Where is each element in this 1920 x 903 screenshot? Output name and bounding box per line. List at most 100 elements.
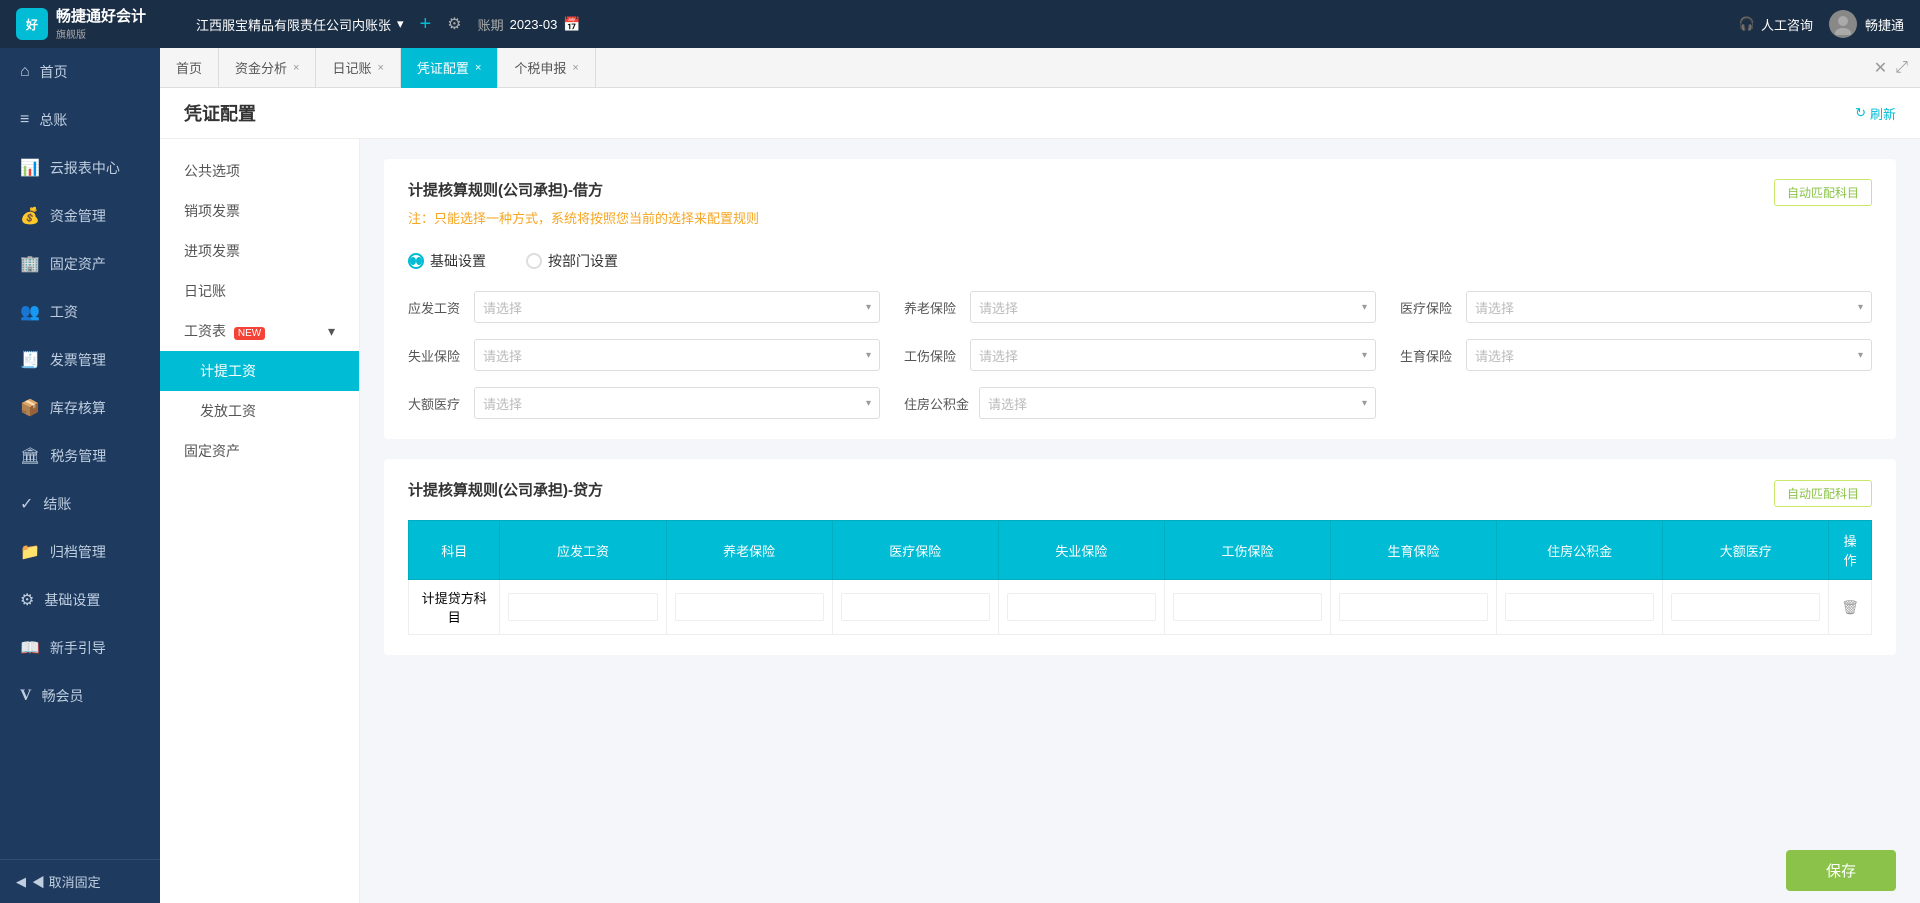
close-window-btn[interactable]: ✕ <box>1874 58 1887 78</box>
select-maternity[interactable]: 请选择 ▾ <box>1466 339 1872 371</box>
radio-basic-circle <box>408 253 424 269</box>
app-sub: 旗舰版 <box>56 26 146 41</box>
sidebar-item-tax[interactable]: 🏛 税务管理 <box>0 432 160 480</box>
tab-journal-close[interactable]: × <box>377 62 383 74</box>
tab-funds-close[interactable]: × <box>293 62 299 74</box>
ledger-icon: ≡ <box>20 111 29 129</box>
chevron-maternity: ▾ <box>1858 350 1863 361</box>
tab-home[interactable]: 首页 <box>160 48 219 88</box>
ai-consult-label: 人工咨询 <box>1761 15 1813 34</box>
col-medical: 医疗保险 <box>832 521 998 580</box>
nav-public[interactable]: 公共选项 <box>160 151 359 191</box>
add-button[interactable]: + <box>420 13 432 36</box>
sidebar-label-archive: 归档管理 <box>50 542 106 562</box>
period-label: 账期 <box>478 15 504 34</box>
field-pension: 养老保险 请选择 ▾ <box>904 291 1376 323</box>
col-action: 操作 <box>1829 521 1872 580</box>
sidebar-item-archive[interactable]: 📁 归档管理 <box>0 528 160 576</box>
radio-basic[interactable]: 基础设置 <box>408 251 486 271</box>
tab-tax-close[interactable]: × <box>572 62 578 74</box>
sidebar-item-home[interactable]: ⌂ 首页 <box>0 48 160 96</box>
select-medical[interactable]: 请选择 ▾ <box>1466 291 1872 323</box>
left-arrow-icon: ◀ <box>16 874 26 890</box>
sidebar-item-reports[interactable]: 📊 云报表中心 <box>0 144 160 192</box>
tab-funds[interactable]: 资金分析 × <box>219 48 316 88</box>
nav-sales-invoice[interactable]: 销项发票 <box>160 191 359 231</box>
field-housing-fund: 住房公积金 请选择 ▾ <box>904 387 1376 419</box>
calendar-icon[interactable]: 📅 <box>563 16 580 33</box>
input-housing[interactable] <box>1505 593 1654 621</box>
payroll-icon: 👥 <box>20 302 40 322</box>
sidebar-item-ledger[interactable]: ≡ 总账 <box>0 96 160 144</box>
col-subject: 科目 <box>409 521 500 580</box>
radio-dept-circle <box>526 253 542 269</box>
credit-auto-match-btn[interactable]: 自动匹配科目 <box>1774 480 1872 507</box>
save-button[interactable]: 保存 <box>1786 850 1896 891</box>
label-housing-fund: 住房公积金 <box>904 394 969 413</box>
page-title: 凭证配置 <box>184 100 256 126</box>
select-housing-fund[interactable]: 请选择 ▾ <box>979 387 1376 419</box>
credit-table: 科目 应发工资 养老保险 医疗保险 失业保险 工伤保险 生育保险 住房公积金 大 <box>408 520 1872 635</box>
sidebar-item-payroll[interactable]: 👥 工资 <box>0 288 160 336</box>
tab-funds-label: 资金分析 <box>235 58 287 77</box>
tab-tax[interactable]: 个税申报 × <box>498 48 595 88</box>
select-work-injury[interactable]: 请选择 ▾ <box>970 339 1376 371</box>
input-work-injury[interactable] <box>1173 593 1322 621</box>
ai-consult-btn[interactable]: 🎧 人工咨询 <box>1739 15 1813 34</box>
tab-voucher-close[interactable]: × <box>475 62 481 74</box>
settings-icon: ⚙ <box>20 590 34 610</box>
sidebar-item-funds[interactable]: 💰 资金管理 <box>0 192 160 240</box>
sidebar-item-invoice[interactable]: 🧾 发票管理 <box>0 336 160 384</box>
select-pension[interactable]: 请选择 ▾ <box>970 291 1376 323</box>
field-gross-salary: 应发工资 请选择 ▾ <box>408 291 880 323</box>
tax-icon: 🏛 <box>20 446 40 466</box>
nav-journal[interactable]: 日记账 <box>160 271 359 311</box>
nav-journal-label: 日记账 <box>184 283 226 299</box>
radio-dept[interactable]: 按部门设置 <box>526 251 618 271</box>
sidebar-item-vip[interactable]: V 畅会员 <box>0 672 160 720</box>
input-gross[interactable] <box>508 593 657 621</box>
nav-fixed-assets[interactable]: 固定资产 <box>160 431 359 471</box>
refresh-icon: ↻ <box>1855 105 1866 121</box>
select-gross-salary[interactable]: 请选择 ▾ <box>474 291 880 323</box>
refresh-btn[interactable]: ↻ 刷新 <box>1855 104 1896 123</box>
radio-basic-label: 基础设置 <box>430 251 486 271</box>
label-gross-salary: 应发工资 <box>408 298 464 317</box>
input-pension[interactable] <box>675 593 824 621</box>
nav-purchase-invoice[interactable]: 进项发票 <box>160 231 359 271</box>
nav-issue-payroll[interactable]: 发放工资 <box>160 391 359 431</box>
tab-journal[interactable]: 日记账 × <box>316 48 400 88</box>
col-unemployment: 失业保险 <box>998 521 1164 580</box>
sidebar-item-assets[interactable]: 🏢 固定资产 <box>0 240 160 288</box>
sidebar-item-closing[interactable]: ✓ 结账 <box>0 480 160 528</box>
nav-accrual-payroll[interactable]: 计提工资 <box>160 351 359 391</box>
cancel-fixed-btn[interactable]: ◀ ◀ 取消固定 <box>0 859 160 903</box>
input-maternity[interactable] <box>1339 593 1488 621</box>
debit-auto-match-btn[interactable]: 自动匹配科目 <box>1774 179 1872 206</box>
nav-payroll-table[interactable]: 工资表 NEW ▾ <box>160 311 359 351</box>
tab-voucher[interactable]: 凭证配置 × <box>401 48 498 88</box>
input-medical[interactable] <box>841 593 990 621</box>
sidebar-item-guide[interactable]: 📖 新手引导 <box>0 624 160 672</box>
company-select[interactable]: 江西服宝精品有限责任公司内账张 ▾ <box>196 15 404 34</box>
select-large-medical[interactable]: 请选择 ▾ <box>474 387 880 419</box>
nav-accrual-label: 计提工资 <box>200 363 256 379</box>
chevron-work-injury: ▾ <box>1362 350 1367 361</box>
input-unemployment[interactable] <box>1007 593 1156 621</box>
delete-row-btn[interactable]: 🗑 <box>1841 599 1859 615</box>
row-label: 计提贷方科目 <box>409 580 500 635</box>
user-area[interactable]: 畅捷通 <box>1829 10 1904 38</box>
chevron-housing-fund: ▾ <box>1362 398 1367 409</box>
cell-delete: 🗑 <box>1829 580 1872 635</box>
sidebar-label-inventory: 库存核算 <box>50 398 106 418</box>
settings-icon[interactable]: ⚙ <box>447 14 461 34</box>
assets-icon: 🏢 <box>20 254 40 274</box>
cancel-fixed-label: ◀ 取消固定 <box>32 872 101 891</box>
select-unemployment[interactable]: 请选择 ▾ <box>474 339 880 371</box>
tab-tax-label: 个税申报 <box>514 58 566 77</box>
input-large-med[interactable] <box>1671 593 1820 621</box>
main-layout: ⌂ 首页 ≡ 总账 📊 云报表中心 💰 资金管理 🏢 固定资产 👥 工资 🧾 发… <box>0 48 1920 903</box>
sidebar-item-inventory[interactable]: 📦 库存核算 <box>0 384 160 432</box>
sidebar-item-settings[interactable]: ⚙ 基础设置 <box>0 576 160 624</box>
expand-btn[interactable]: ⤢ <box>1895 59 1908 77</box>
